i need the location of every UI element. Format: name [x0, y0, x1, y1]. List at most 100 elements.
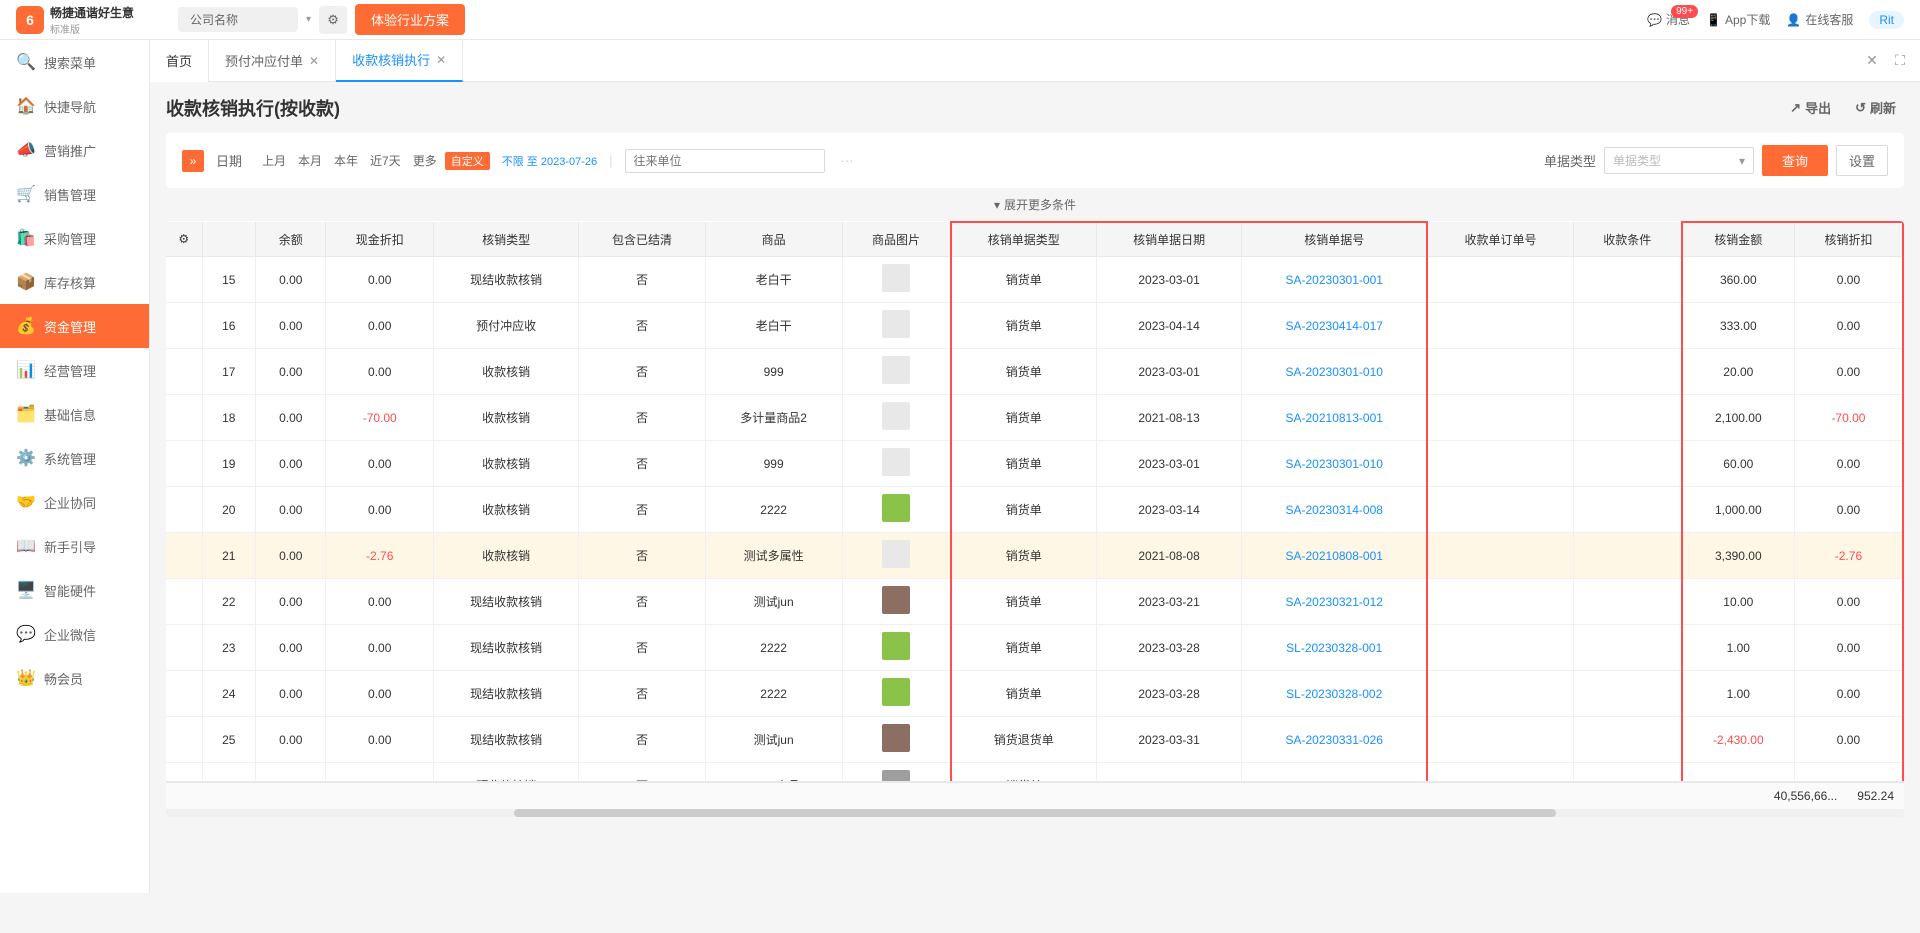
- td-settings[interactable]: [166, 257, 202, 303]
- tab-close-window-btn[interactable]: ✕: [1860, 49, 1884, 73]
- sidebar-item-member[interactable]: 👑 畅会员: [0, 656, 149, 700]
- sidebar-item-finance[interactable]: 💰 资金管理: [0, 304, 149, 348]
- expand-more-btn[interactable]: ▾ 展开更多条件: [994, 196, 1076, 213]
- notification-btn[interactable]: 💬 消息 99+: [1647, 11, 1690, 28]
- chevron-down-icon: ▾: [994, 198, 1000, 212]
- tab-prepay-close[interactable]: ✕: [309, 54, 319, 68]
- tab-maximize-btn[interactable]: ⛶: [1888, 49, 1912, 73]
- tab-prepay[interactable]: 预付冲应付单 ✕: [209, 40, 336, 82]
- td-doc-type: 销货单: [951, 487, 1097, 533]
- td-doc-type: 销货单: [951, 763, 1097, 782]
- td-settings[interactable]: [166, 763, 202, 782]
- trading-unit-input[interactable]: [625, 149, 825, 173]
- company-name[interactable]: 公司名称: [178, 7, 298, 32]
- sidebar: 🔍 搜索菜单 🏠 快捷导航 📣 营销推广 🛒 销售管理 🛍️ 采购管理 📦 库存…: [0, 40, 150, 893]
- online-service-btn[interactable]: 👤 在线客服: [1786, 11, 1853, 28]
- td-doc-number[interactable]: ABC-001: [1242, 763, 1428, 782]
- table-container[interactable]: ⚙ 余额 现金折扣 核销类型 包含已结清 商品 商品图片 核销单据类型 核销单据…: [166, 221, 1904, 781]
- td-collection-condition: [1573, 487, 1681, 533]
- td-doc-type: 销货单: [951, 395, 1097, 441]
- td-doc-number[interactable]: SA-20230331-026: [1242, 717, 1428, 763]
- td-doc-number[interactable]: SA-20230301-010: [1242, 349, 1428, 395]
- sidebar-label-guide: 新手引导: [44, 537, 96, 556]
- td-settings[interactable]: [166, 395, 202, 441]
- date-custom-btn[interactable]: 自定义: [445, 152, 490, 170]
- user-name[interactable]: Rit: [1869, 11, 1904, 29]
- query-btn[interactable]: 查询: [1762, 145, 1828, 176]
- filter-expand-btn[interactable]: »: [182, 150, 204, 172]
- date-btn-last-month[interactable]: 上月: [258, 150, 290, 171]
- td-settings[interactable]: [166, 717, 202, 763]
- td-doc-number[interactable]: SA-20230301-001: [1242, 257, 1428, 303]
- td-settings[interactable]: [166, 303, 202, 349]
- export-btn[interactable]: ↗ 导出: [1782, 94, 1839, 121]
- td-doc-type: 销货单: [951, 257, 1097, 303]
- logo-subtext: 标准版: [50, 21, 134, 36]
- td-include-settled: 否: [579, 257, 705, 303]
- scrollbar-thumb[interactable]: [514, 809, 1557, 817]
- trial-button[interactable]: 体验行业方案: [355, 4, 465, 35]
- td-settings[interactable]: [166, 671, 202, 717]
- doc-type-select[interactable]: 单据类型 ▾: [1604, 147, 1754, 174]
- td-include-settled: 否: [579, 395, 705, 441]
- sidebar-label-finance: 资金管理: [44, 317, 96, 336]
- tab-collection-close[interactable]: ✕: [436, 53, 446, 67]
- td-doc-number[interactable]: SA-20210808-001: [1242, 533, 1428, 579]
- sidebar-item-marketing[interactable]: 📣 营销推广: [0, 128, 149, 172]
- th-seq: [202, 222, 256, 257]
- sidebar-item-guide[interactable]: 📖 新手引导: [0, 524, 149, 568]
- date-btn-7days[interactable]: 近7天: [366, 150, 405, 171]
- table-row: 25 0.00 0.00 现结收款核销 否 测试jun 销货退货单 2023-0…: [166, 717, 1903, 763]
- sidebar-item-basic[interactable]: 🗂️ 基础信息: [0, 392, 149, 436]
- refresh-icon: ↺: [1855, 100, 1866, 116]
- td-settings[interactable]: [166, 625, 202, 671]
- sidebar-item-search[interactable]: 🔍 搜索菜单: [0, 40, 149, 84]
- tab-home[interactable]: 首页: [150, 40, 209, 82]
- td-settings[interactable]: [166, 487, 202, 533]
- refresh-btn[interactable]: ↺ 刷新: [1847, 94, 1904, 121]
- td-collection-order: [1427, 395, 1573, 441]
- td-settings[interactable]: [166, 579, 202, 625]
- td-collection-order: [1427, 763, 1573, 782]
- td-collection-condition: [1573, 579, 1681, 625]
- td-writeoff-discount: -2.76: [1794, 533, 1903, 579]
- sidebar-item-sales[interactable]: 🛒 销售管理: [0, 172, 149, 216]
- td-writeoff-amount: 3,390.00: [1682, 533, 1795, 579]
- td-balance: 0.00: [256, 763, 326, 782]
- td-settings[interactable]: [166, 441, 202, 487]
- td-settings[interactable]: [166, 533, 202, 579]
- td-doc-number[interactable]: SA-20230301-010: [1242, 441, 1428, 487]
- td-doc-number[interactable]: SA-20210813-001: [1242, 395, 1428, 441]
- date-btn-this-year[interactable]: 本年: [330, 150, 362, 171]
- sidebar-item-hardware[interactable]: 🖥️ 智能硬件: [0, 568, 149, 612]
- td-settings[interactable]: [166, 349, 202, 395]
- sidebar-item-purchase[interactable]: 🛍️ 采购管理: [0, 216, 149, 260]
- th-balance: 余额: [256, 222, 326, 257]
- td-doc-number[interactable]: SL-20230328-001: [1242, 625, 1428, 671]
- dropdown-arrow-icon[interactable]: ▾: [306, 14, 311, 25]
- td-seq: 17: [202, 349, 256, 395]
- gear-button[interactable]: ⚙: [319, 6, 347, 34]
- td-product: 2222: [705, 487, 842, 533]
- td-doc-number[interactable]: SA-20230414-017: [1242, 303, 1428, 349]
- date-btn-this-month[interactable]: 本月: [294, 150, 326, 171]
- dots-separator: ···: [841, 153, 854, 168]
- app-download-btn[interactable]: 📱 App下载: [1706, 11, 1770, 28]
- td-doc-date: 2023-03-28: [1096, 671, 1241, 717]
- td-seq: 15: [202, 257, 256, 303]
- td-doc-number[interactable]: SA-20230314-008: [1242, 487, 1428, 533]
- sidebar-item-operations[interactable]: 📊 经营管理: [0, 348, 149, 392]
- td-doc-number[interactable]: SA-20230321-012: [1242, 579, 1428, 625]
- td-cash-discount: 0.00: [326, 763, 434, 782]
- td-doc-number[interactable]: SL-20230328-002: [1242, 671, 1428, 717]
- sidebar-item-wechat[interactable]: 💬 企业微信: [0, 612, 149, 656]
- date-btn-more[interactable]: 更多: [409, 150, 441, 171]
- sidebar-item-enterprise[interactable]: 🤝 企业协同: [0, 480, 149, 524]
- scrollbar[interactable]: [166, 809, 1904, 817]
- setting-btn[interactable]: 设置: [1836, 145, 1888, 176]
- tab-collection[interactable]: 收款核销执行 ✕: [336, 40, 463, 82]
- th-settings[interactable]: ⚙: [166, 222, 202, 257]
- sidebar-item-quicknav[interactable]: 🏠 快捷导航: [0, 84, 149, 128]
- sidebar-item-inventory[interactable]: 📦 库存核算: [0, 260, 149, 304]
- sidebar-item-system[interactable]: ⚙️ 系统管理: [0, 436, 149, 480]
